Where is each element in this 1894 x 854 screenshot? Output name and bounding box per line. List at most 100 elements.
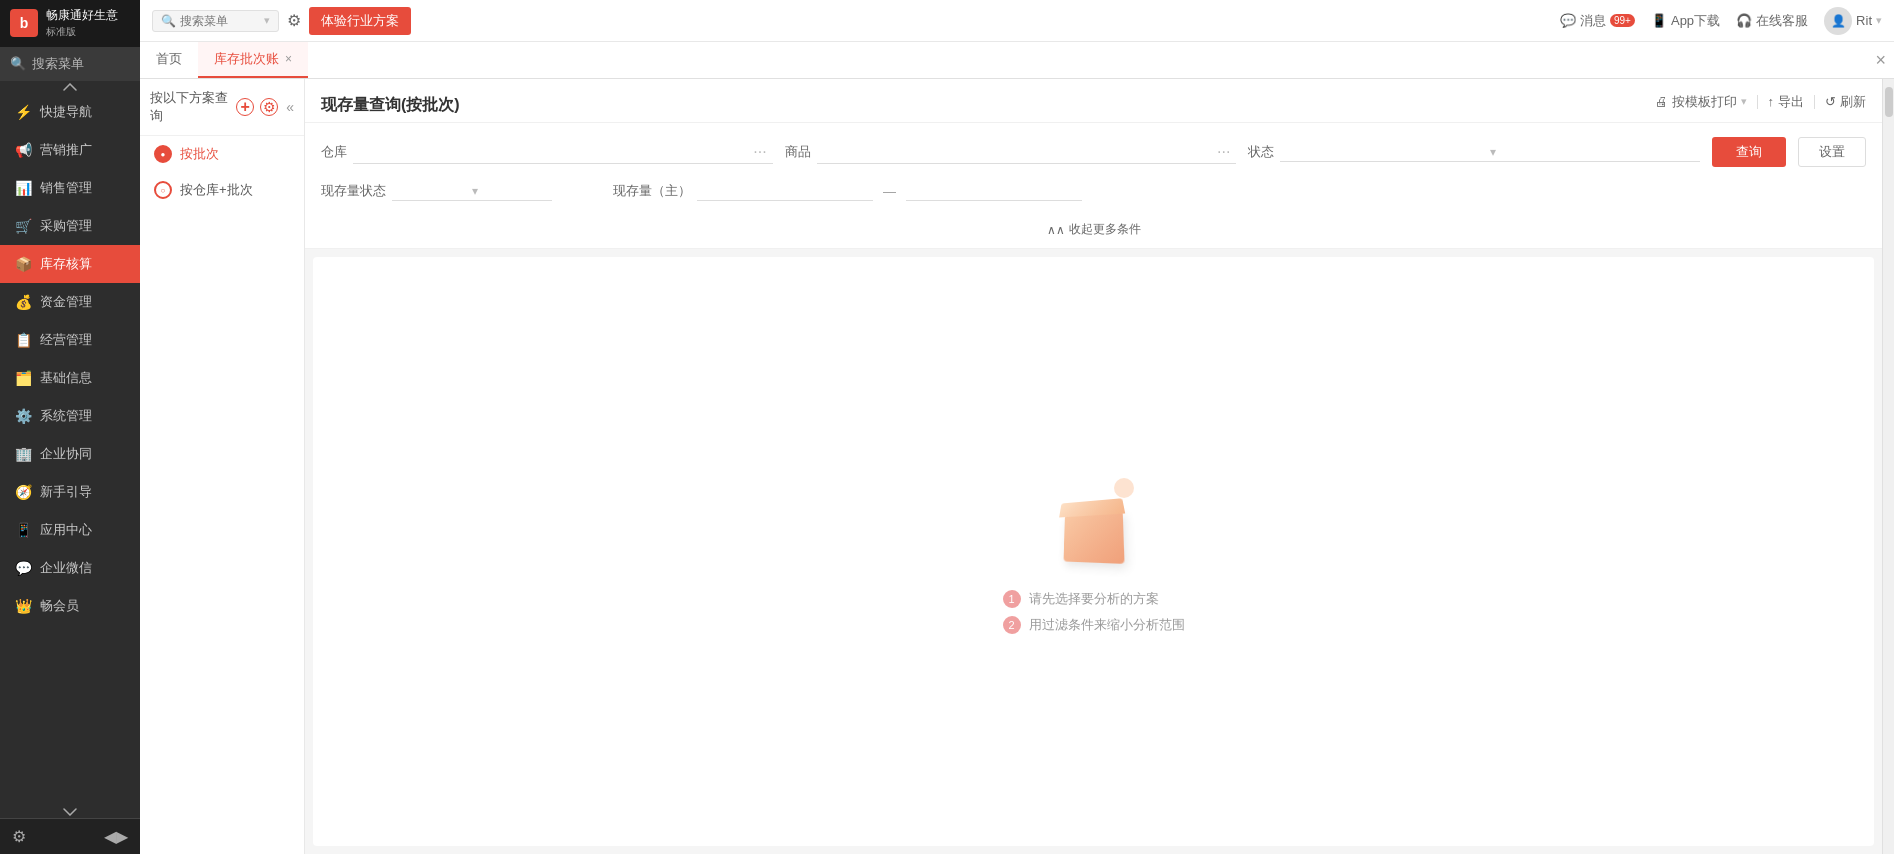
tip2-number: 2 — [1003, 616, 1021, 634]
print-button[interactable]: 🖨 按模板打印 ▾ — [1655, 93, 1747, 111]
collapse-chevron-icon: ∧∧ — [1047, 223, 1065, 237]
product-dots-icon[interactable]: ··· — [1215, 143, 1232, 161]
user-name: Rit — [1856, 13, 1872, 28]
scheme-item-batch[interactable]: ● 按批次 — [140, 136, 304, 172]
export-button[interactable]: ↑ 导出 — [1768, 93, 1805, 111]
sidebar-item-enterprise[interactable]: 🏢 企业协同 — [0, 435, 140, 473]
user-avatar: 👤 — [1824, 7, 1852, 35]
scheme-add-icon[interactable]: + — [236, 98, 254, 116]
sidebar-item-newuser[interactable]: 🧭 新手引导 — [0, 473, 140, 511]
sidebar-item-label: 企业微信 — [40, 559, 92, 577]
empty-state: 1 请先选择要分析的方案 2 用过滤条件来缩小分析范围 — [313, 257, 1874, 846]
filter-row-1: 仓库 ··· 商品 ··· 状态 — [321, 137, 1866, 167]
product-input-wrap: ··· — [817, 141, 1237, 164]
scheme-settings-icon[interactable]: ⚙ — [260, 98, 278, 116]
app-logo: b — [10, 9, 38, 37]
main-area: 🔍 ▾ ⚙ 体验行业方案 💬 消息 99+ 📱 App下载 🎧 在线客服 — [140, 0, 1894, 854]
messages-item[interactable]: 💬 消息 99+ — [1560, 12, 1635, 30]
scheme-list: ● 按批次 ○ 按仓库+批次 — [140, 136, 304, 854]
sidebar-item-appcenter[interactable]: 📱 应用中心 — [0, 511, 140, 549]
finance-icon: 💰 — [14, 293, 32, 311]
scheme-item-label: 按仓库+批次 — [180, 181, 253, 199]
company-name: 畅康通好生意 — [46, 8, 118, 24]
product-label: 商品 — [785, 143, 811, 161]
topbar-search-input[interactable] — [180, 14, 260, 28]
sidebar-item-purchase[interactable]: 🛒 采购管理 — [0, 207, 140, 245]
sidebar-settings-icon[interactable]: ⚙ — [12, 827, 26, 846]
scroll-down-button[interactable] — [0, 806, 140, 818]
inventory-status-label: 现存量状态 — [321, 182, 386, 200]
topbar-search-box[interactable]: 🔍 ▾ — [152, 10, 279, 32]
settings-button[interactable]: 设置 — [1798, 137, 1866, 167]
divider-1 — [1757, 95, 1758, 109]
sidebar-item-marketing[interactable]: 📢 营销推广 — [0, 131, 140, 169]
sidebar-item-basic[interactable]: 🗂️ 基础信息 — [0, 359, 140, 397]
sidebar-item-label: 快捷导航 — [40, 103, 92, 121]
right-scroll-panel[interactable] — [1882, 79, 1894, 854]
product-input[interactable] — [821, 144, 1215, 159]
warehouse-dots-icon[interactable]: ··· — [751, 143, 768, 161]
sidebar-item-inventory[interactable]: 📦 库存核算 — [0, 245, 140, 283]
warehouse-input-wrap: ··· — [353, 141, 773, 164]
user-item[interactable]: 👤 Rit ▾ — [1824, 7, 1882, 35]
inventory-status-dropdown-icon: ▾ — [472, 184, 546, 198]
filter-warehouse: 仓库 ··· — [321, 141, 773, 164]
panel-close-button[interactable]: × — [1875, 50, 1886, 71]
status-select[interactable]: ▾ — [1280, 143, 1700, 162]
enterprise-icon: 🏢 — [14, 445, 32, 463]
newuser-icon: 🧭 — [14, 483, 32, 501]
tab-batch-inventory[interactable]: 库存批次账 × — [198, 42, 308, 78]
scheme-panel-title: 按以下方案查询 — [150, 89, 236, 125]
scheme-item-warehouse-batch[interactable]: ○ 按仓库+批次 — [140, 172, 304, 208]
topbar-settings-icon[interactable]: ⚙ — [287, 11, 301, 30]
system-icon: ⚙️ — [14, 407, 32, 425]
empty-illustration — [1044, 470, 1144, 570]
search-icon: 🔍 — [10, 56, 26, 71]
online-service-label: 在线客服 — [1756, 12, 1808, 30]
sidebar-item-finance[interactable]: 💰 资金管理 — [0, 283, 140, 321]
inventory-status-select[interactable]: ▾ — [392, 182, 552, 201]
tab-close-icon[interactable]: × — [285, 53, 292, 65]
inventory-qty-to-input[interactable] — [910, 183, 1078, 198]
scheme-item-label: 按批次 — [180, 145, 219, 163]
sidebar-item-label: 基础信息 — [40, 369, 92, 387]
refresh-button[interactable]: ↺ 刷新 — [1825, 93, 1866, 111]
messages-label: 消息 — [1580, 12, 1606, 30]
refresh-label: 刷新 — [1840, 93, 1866, 111]
sidebar-item-label: 资金管理 — [40, 293, 92, 311]
app-download-icon: 📱 — [1651, 13, 1667, 28]
sidebar-search[interactable]: 🔍 搜索菜单 — [0, 47, 140, 81]
experience-button[interactable]: 体验行业方案 — [309, 7, 411, 35]
service-icon: 🎧 — [1736, 13, 1752, 28]
sidebar-item-shortcut[interactable]: ⚡ 快捷导航 — [0, 93, 140, 131]
filter-inventory-status: 现存量状态 ▾ — [321, 182, 601, 201]
warehouse-input[interactable] — [357, 144, 751, 159]
collapse-more-button[interactable]: ∧∧ 收起更多条件 — [321, 215, 1866, 248]
tip2-text: 用过滤条件来缩小分析范围 — [1029, 616, 1185, 634]
filter-inventory-qty: 现存量（主） — — [613, 181, 1082, 201]
app-download-item[interactable]: 📱 App下载 — [1651, 12, 1720, 30]
online-service-item[interactable]: 🎧 在线客服 — [1736, 12, 1808, 30]
scroll-up-button[interactable] — [0, 81, 140, 93]
sidebar-nav: ⚡ 快捷导航 📢 营销推广 📊 销售管理 🛒 采购管理 📦 库存核算 💰 资金管… — [0, 93, 140, 806]
query-button[interactable]: 查询 — [1712, 137, 1786, 167]
sidebar-item-label: 采购管理 — [40, 217, 92, 235]
messages-icon: 💬 — [1560, 13, 1576, 28]
sidebar-item-member[interactable]: 👑 畅会员 — [0, 587, 140, 625]
tab-batch-inventory-label: 库存批次账 — [214, 50, 279, 68]
sidebar-item-system[interactable]: ⚙️ 系统管理 — [0, 397, 140, 435]
scheme-collapse-icon[interactable]: « — [286, 99, 294, 115]
topbar-search-dropdown-icon[interactable]: ▾ — [264, 14, 270, 27]
tab-home[interactable]: 首页 — [140, 42, 198, 78]
sidebar-footer: ⚙ ◀▶ — [0, 818, 140, 854]
marketing-icon: 📢 — [14, 141, 32, 159]
export-label: 导出 — [1778, 93, 1804, 111]
sidebar-collapse-icon[interactable]: ◀▶ — [104, 827, 128, 846]
sidebar-item-wechat[interactable]: 💬 企业微信 — [0, 549, 140, 587]
page-header: 现存量查询(按批次) 🖨 按模板打印 ▾ ↑ 导出 ↺ 刷 — [305, 79, 1882, 123]
inventory-qty-from-input[interactable] — [701, 183, 869, 198]
refresh-icon: ↺ — [1825, 94, 1836, 109]
sidebar-item-operations[interactable]: 📋 经营管理 — [0, 321, 140, 359]
purchase-icon: 🛒 — [14, 217, 32, 235]
sidebar-item-sales[interactable]: 📊 销售管理 — [0, 169, 140, 207]
